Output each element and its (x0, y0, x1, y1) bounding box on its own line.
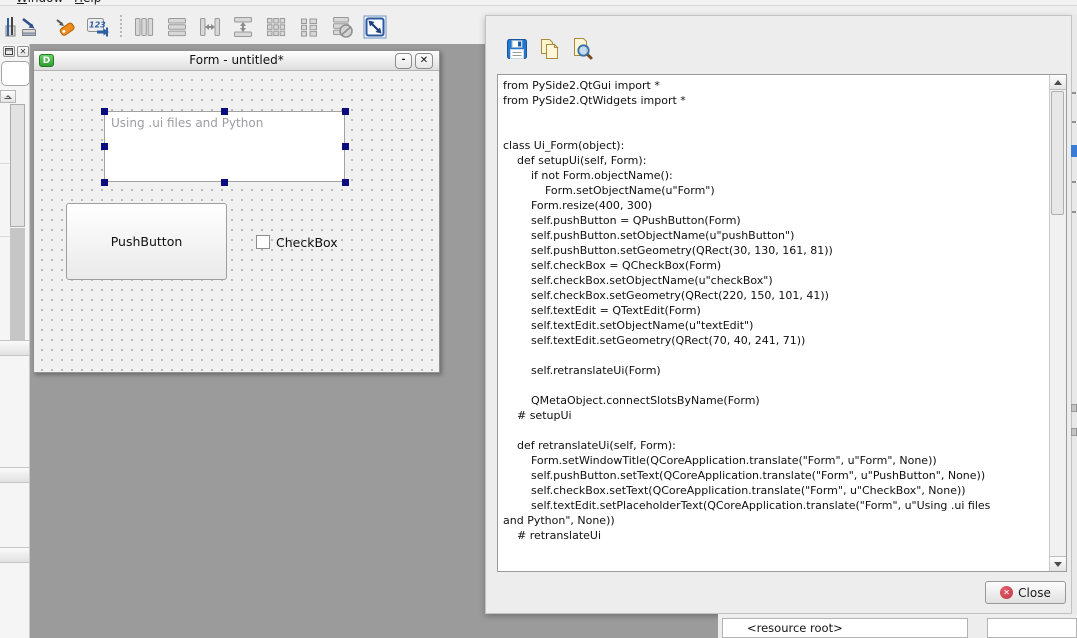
view-code-dialog: from PySide2.QtGui import * from PySide2… (485, 15, 1072, 614)
menubar: Window Help (0, 0, 1077, 6)
close-button[interactable]: ✕ (415, 53, 433, 69)
mnemonic-underline (75, 3, 84, 4)
layout-form-glyph (297, 15, 321, 39)
close-button-label: Close (1018, 586, 1051, 600)
selection-handle[interactable] (342, 179, 349, 186)
selection-handle[interactable] (101, 108, 108, 115)
dock-scrollbar-thumb[interactable] (10, 104, 25, 227)
designer-form-icon: D (39, 54, 54, 67)
find-glyph (570, 37, 594, 61)
checkbox-indicator[interactable] (256, 235, 270, 249)
signals-slots-glyph (19, 15, 43, 39)
scroll-down-button[interactable] (1050, 556, 1066, 571)
selected-row-mark (1071, 145, 1077, 157)
svg-text:123: 123 (89, 20, 106, 29)
dialog-close-button[interactable]: ✕ Close (985, 581, 1066, 604)
layout-grid-icon[interactable] (262, 13, 289, 40)
list-separator (0, 236, 9, 237)
panel-row-mark (1072, 181, 1076, 183)
save-glyph (505, 37, 529, 61)
break-layout-icon[interactable] (328, 13, 355, 40)
dock-close-icon[interactable]: ✕ (17, 46, 29, 57)
form-window-titlebar: Form - untitled* D - ✕ (34, 51, 439, 71)
form-editor-window: Form - untitled* D - ✕ Using .ui files a… (33, 50, 440, 373)
layout-vertical-icon[interactable] (163, 13, 190, 40)
tab-order-glyph: 123 (85, 15, 111, 39)
resource-root-item[interactable]: <resource root> (723, 619, 967, 635)
minimize-button[interactable]: - (395, 53, 412, 69)
panel-row-mark (1072, 92, 1076, 94)
close-circle-icon: ✕ (1000, 586, 1013, 599)
save-icon[interactable] (505, 37, 529, 61)
textedit-widget[interactable]: Using .ui files and Python (104, 111, 345, 182)
resource-list-panel[interactable] (987, 618, 1077, 638)
form-canvas[interactable]: Using .ui files and Python PushButton Ch… (34, 71, 439, 372)
toolbar-separator (120, 15, 122, 37)
form-window-title: Form - untitled* (34, 53, 439, 67)
widget-category-row[interactable] (0, 467, 29, 483)
code-scrollbar[interactable] (1049, 75, 1066, 571)
buddy-tag-glyph (53, 15, 77, 39)
dock-float-icon[interactable] (3, 46, 15, 57)
generated-python-code[interactable]: from PySide2.QtGui import * from PySide2… (498, 75, 1066, 543)
code-view[interactable]: from PySide2.QtGui import * from PySide2… (497, 74, 1067, 572)
splitter-horizontal-glyph (198, 15, 222, 39)
mnemonic-underline (17, 3, 27, 4)
checkbox-label[interactable]: CheckBox (276, 235, 338, 250)
list-separator (0, 163, 9, 164)
edit-widgets-glyph (0, 15, 17, 39)
widget-category-row[interactable] (0, 547, 29, 563)
edit-buddies-icon[interactable] (51, 13, 78, 40)
scroll-up-button[interactable] (1050, 75, 1066, 90)
find-in-code-icon[interactable] (570, 37, 594, 61)
copy-glyph (537, 37, 561, 61)
selection-handle[interactable] (221, 179, 228, 186)
layout-vertical-glyph (165, 15, 189, 39)
splitter-vertical-glyph (231, 15, 255, 39)
pushbutton-widget[interactable]: PushButton (66, 203, 227, 280)
selection-handle[interactable] (221, 108, 228, 115)
panel-row-mark (1072, 121, 1076, 123)
resource-browser-dock: <resource root> (718, 614, 1077, 638)
widget-category-row[interactable] (0, 340, 29, 356)
widget-filter-input[interactable] (1, 61, 30, 86)
scrollbar-thumb[interactable] (1051, 91, 1064, 215)
layout-form-icon[interactable] (295, 13, 322, 40)
selection-handle[interactable] (342, 143, 349, 150)
adjust-size-icon[interactable] (361, 13, 388, 40)
widget-box-dock: ✕ (0, 44, 30, 638)
layout-horizontal-icon[interactable] (130, 13, 157, 40)
layout-splitter-horizontal-icon[interactable] (196, 13, 223, 40)
layout-grid-glyph (264, 15, 288, 39)
copy-icon[interactable] (537, 37, 561, 61)
edit-tab-order-icon[interactable]: 123 (84, 13, 111, 40)
adjust-size-glyph (362, 14, 388, 40)
list-separator (0, 97, 9, 98)
float-glyph (5, 48, 13, 55)
edit-signals-slots-icon[interactable] (17, 13, 44, 40)
edit-widgets-icon[interactable] (0, 13, 18, 40)
panel-scroll-mark (1071, 428, 1077, 436)
panel-row-mark (1072, 211, 1076, 213)
panel-scroll-mark (1071, 404, 1077, 412)
selection-handle[interactable] (101, 179, 108, 186)
selection-handle[interactable] (101, 143, 108, 150)
right-panel-sliver (1072, 15, 1077, 614)
dock-scrollbar-track[interactable] (10, 228, 25, 345)
selection-handle[interactable] (342, 108, 349, 115)
resource-tree-panel[interactable]: <resource root> (722, 618, 968, 638)
qt-designer-main-window: Window Help 123 (0, 0, 1077, 638)
break-layout-glyph (330, 15, 354, 39)
layout-splitter-vertical-icon[interactable] (229, 13, 256, 40)
layout-horizontal-glyph (132, 15, 156, 39)
